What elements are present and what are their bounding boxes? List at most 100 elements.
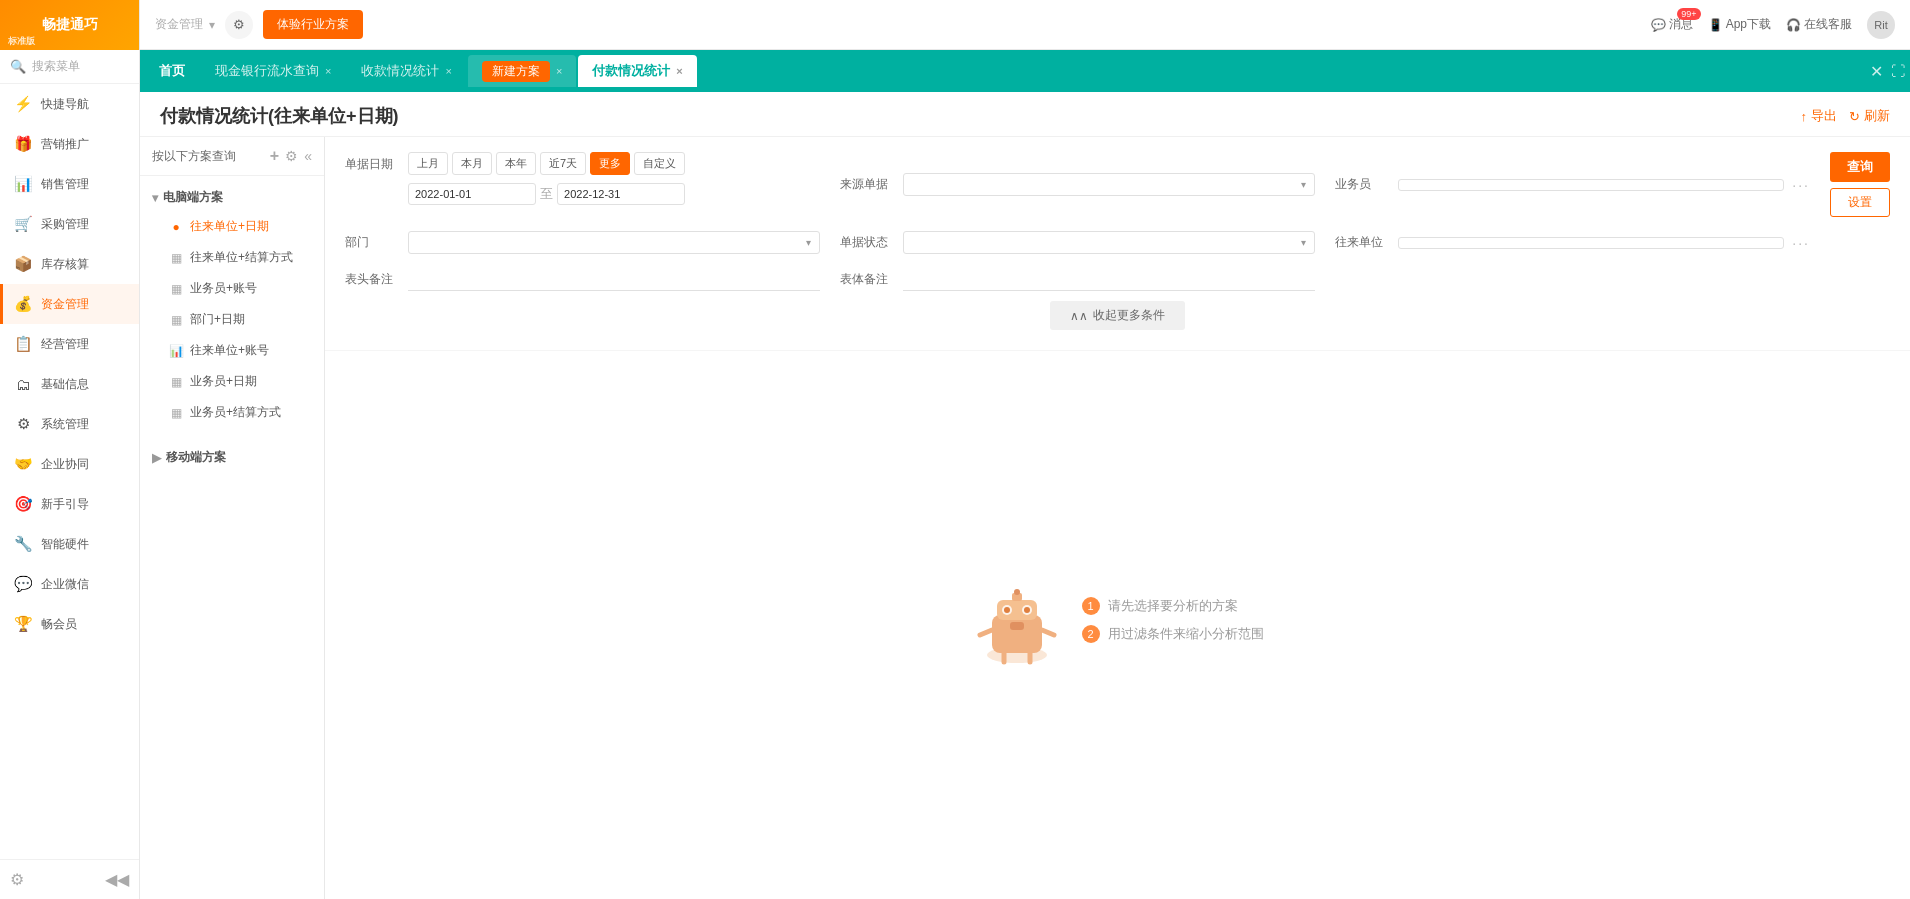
scheme-panel: 按以下方案查询 + ⚙ « ▾ 电脑端方案 ● 往来单位+日期 <box>140 137 325 899</box>
export-label: 导出 <box>1811 107 1837 125</box>
robot-svg <box>972 580 1062 670</box>
scheme-panel-header-label: 按以下方案查询 <box>152 148 236 165</box>
content-area: 按以下方案查询 + ⚙ « ▾ 电脑端方案 ● 往来单位+日期 <box>140 137 1910 899</box>
sidebar-item-baseinfo[interactable]: 🗂 基础信息 <box>0 364 139 404</box>
sidebar-item-system[interactable]: ⚙ 系统管理 <box>0 404 139 444</box>
tab-close-all-icon[interactable]: ✕ <box>1870 62 1883 81</box>
scheme-item-label: 业务员+日期 <box>190 373 257 390</box>
sidebar-item-purchase[interactable]: 🛒 采购管理 <box>0 204 139 244</box>
collapse-sidebar-icon[interactable]: ◀◀ <box>105 870 129 889</box>
date-btn-last-month[interactable]: 上月 <box>408 152 448 175</box>
sidebar-item-label: 销售管理 <box>41 176 89 193</box>
sidebar-item-label: 畅会员 <box>41 616 77 633</box>
app-download-btn[interactable]: 📱 App下载 <box>1708 16 1771 33</box>
scheme-item-staff-settle[interactable]: ▦ 业务员+结算方式 <box>140 397 324 428</box>
scheme-item-partner-date[interactable]: ● 往来单位+日期 <box>140 211 324 242</box>
scheme-add-icon[interactable]: + <box>270 147 279 165</box>
scheme-item-staff-account[interactable]: ▦ 业务员+账号 <box>140 273 324 304</box>
sidebar-item-membership[interactable]: 🏆 畅会员 <box>0 604 139 644</box>
sidebar-item-smarthw[interactable]: 🔧 智能硬件 <box>0 524 139 564</box>
query-btn[interactable]: 查询 <box>1830 152 1890 182</box>
logo-text: 畅捷通巧 <box>42 16 98 34</box>
tab-expand-icon[interactable]: ⛶ <box>1891 63 1905 79</box>
sidebar-item-wechat[interactable]: 💬 企业微信 <box>0 564 139 604</box>
svg-point-5 <box>1004 607 1010 613</box>
scheme-item-partner-account[interactable]: 📊 往来单位+账号 <box>140 335 324 366</box>
topbar-right: 💬 消息 99+ 📱 App下载 🎧 在线客服 Rit <box>1651 11 1895 39</box>
source-doc-select[interactable]: ▾ <box>903 173 1315 196</box>
sidebar-search[interactable]: 🔍 搜索菜单 <box>0 50 139 84</box>
tab-payment-stat[interactable]: 付款情况统计 × <box>578 55 696 87</box>
filter-row-3: 表头备注 表体备注 <box>345 268 1890 291</box>
scheme-mobile-section-title[interactable]: ▶ 移动端方案 <box>140 444 324 471</box>
partner-select[interactable] <box>1398 237 1784 249</box>
marketing-icon: 🎁 <box>13 134 33 154</box>
topbar-settings-btn[interactable]: ⚙ <box>225 11 253 39</box>
sidebar-item-marketing[interactable]: 🎁 营销推广 <box>0 124 139 164</box>
tab-receipt-stat-close[interactable]: × <box>445 65 451 77</box>
scheme-item-partner-settle[interactable]: ▦ 往来单位+结算方式 <box>140 242 324 273</box>
refresh-icon: ↻ <box>1849 109 1860 124</box>
filter-row-2: 部门 ▾ 单据状态 ▾ <box>345 231 1890 254</box>
dept-select[interactable]: ▾ <box>408 231 820 254</box>
export-btn[interactable]: ↑ 导出 <box>1801 107 1838 125</box>
sidebar-item-finance[interactable]: 💰 资金管理 <box>0 284 139 324</box>
scheme-item-chart-icon: 📊 <box>168 343 184 359</box>
operations-icon: 📋 <box>13 334 33 354</box>
notifications-btn[interactable]: 💬 消息 99+ <box>1651 16 1693 33</box>
header-note-input[interactable] <box>408 268 820 291</box>
tab-payment-stat-close[interactable]: × <box>676 65 682 77</box>
trial-industry-btn[interactable]: 体验行业方案 <box>263 10 363 39</box>
doc-status-select[interactable]: ▾ <box>903 231 1315 254</box>
partner-label: 往来单位 <box>1335 234 1390 251</box>
filter-settings-btn[interactable]: 设置 <box>1830 188 1890 217</box>
sidebar-item-newbie[interactable]: 🎯 新手引导 <box>0 484 139 524</box>
partner-more-btn[interactable]: ··· <box>1792 235 1810 251</box>
body-note-field: 表体备注 <box>840 268 1315 291</box>
scheme-item-staff-date[interactable]: ▦ 业务员+日期 <box>140 366 324 397</box>
search-label: 搜索菜单 <box>32 58 80 75</box>
headset-icon: 🎧 <box>1786 18 1801 32</box>
body-note-label: 表体备注 <box>840 271 895 288</box>
sidebar-item-quick-nav[interactable]: ⚡ 快捷导航 <box>0 84 139 124</box>
tab-bank-flow-close[interactable]: × <box>325 65 331 77</box>
staff-select[interactable] <box>1398 179 1784 191</box>
tab-bank-flow[interactable]: 现金银行流水查询 × <box>201 55 345 87</box>
date-from-input[interactable] <box>408 183 536 205</box>
online-service-btn[interactable]: 🎧 在线客服 <box>1786 16 1852 33</box>
collapse-arrows-icon: ∧∧ <box>1070 309 1088 323</box>
sidebar-item-sales[interactable]: 📊 销售管理 <box>0 164 139 204</box>
tab-new-scheme-close[interactable]: × <box>556 65 562 77</box>
date-btn-custom[interactable]: 自定义 <box>634 152 685 175</box>
scheme-item-dept-date[interactable]: ▦ 部门+日期 <box>140 304 324 335</box>
scheme-desktop-section-title[interactable]: ▾ 电脑端方案 <box>140 184 324 211</box>
collapse-more-btn[interactable]: ∧∧ 收起更多条件 <box>1050 301 1185 330</box>
sidebar-item-operations[interactable]: 📋 经营管理 <box>0 324 139 364</box>
sidebar-item-enterprise[interactable]: 🤝 企业协同 <box>0 444 139 484</box>
tab-receipt-stat[interactable]: 收款情况统计 × <box>347 55 465 87</box>
scheme-collapse-icon[interactable]: « <box>304 148 312 164</box>
notif-badge: 99+ <box>1677 8 1700 20</box>
date-btn-7days[interactable]: 近7天 <box>540 152 586 175</box>
tab-receipt-stat-label: 收款情况统计 <box>361 62 439 80</box>
sidebar-item-label: 系统管理 <box>41 416 89 433</box>
settings-bottom-icon[interactable]: ⚙ <box>10 870 24 889</box>
scheme-desktop-section: ▾ 电脑端方案 ● 往来单位+日期 ▦ 往来单位+结算方式 ▦ 业务员+账号 <box>140 176 324 436</box>
tab-new-scheme[interactable]: 新建方案 × <box>468 55 576 87</box>
date-range-inputs: 至 <box>408 183 685 205</box>
user-name: Rit <box>1874 19 1887 31</box>
sidebar-item-inventory[interactable]: 📦 库存核算 <box>0 244 139 284</box>
date-btn-this-month[interactable]: 本月 <box>452 152 492 175</box>
staff-label: 业务员 <box>1335 176 1390 193</box>
date-to-input[interactable] <box>557 183 685 205</box>
scheme-settings-icon[interactable]: ⚙ <box>285 148 298 164</box>
date-btn-this-year[interactable]: 本年 <box>496 152 536 175</box>
search-icon: 🔍 <box>10 59 26 74</box>
refresh-btn[interactable]: ↻ 刷新 <box>1849 107 1890 125</box>
tab-home[interactable]: 首页 <box>145 55 199 87</box>
body-note-input[interactable] <box>903 268 1315 291</box>
staff-more-btn[interactable]: ··· <box>1792 177 1810 193</box>
date-btn-more[interactable]: 更多 <box>590 152 630 175</box>
scheme-item-label: 部门+日期 <box>190 311 245 328</box>
user-avatar[interactable]: Rit <box>1867 11 1895 39</box>
